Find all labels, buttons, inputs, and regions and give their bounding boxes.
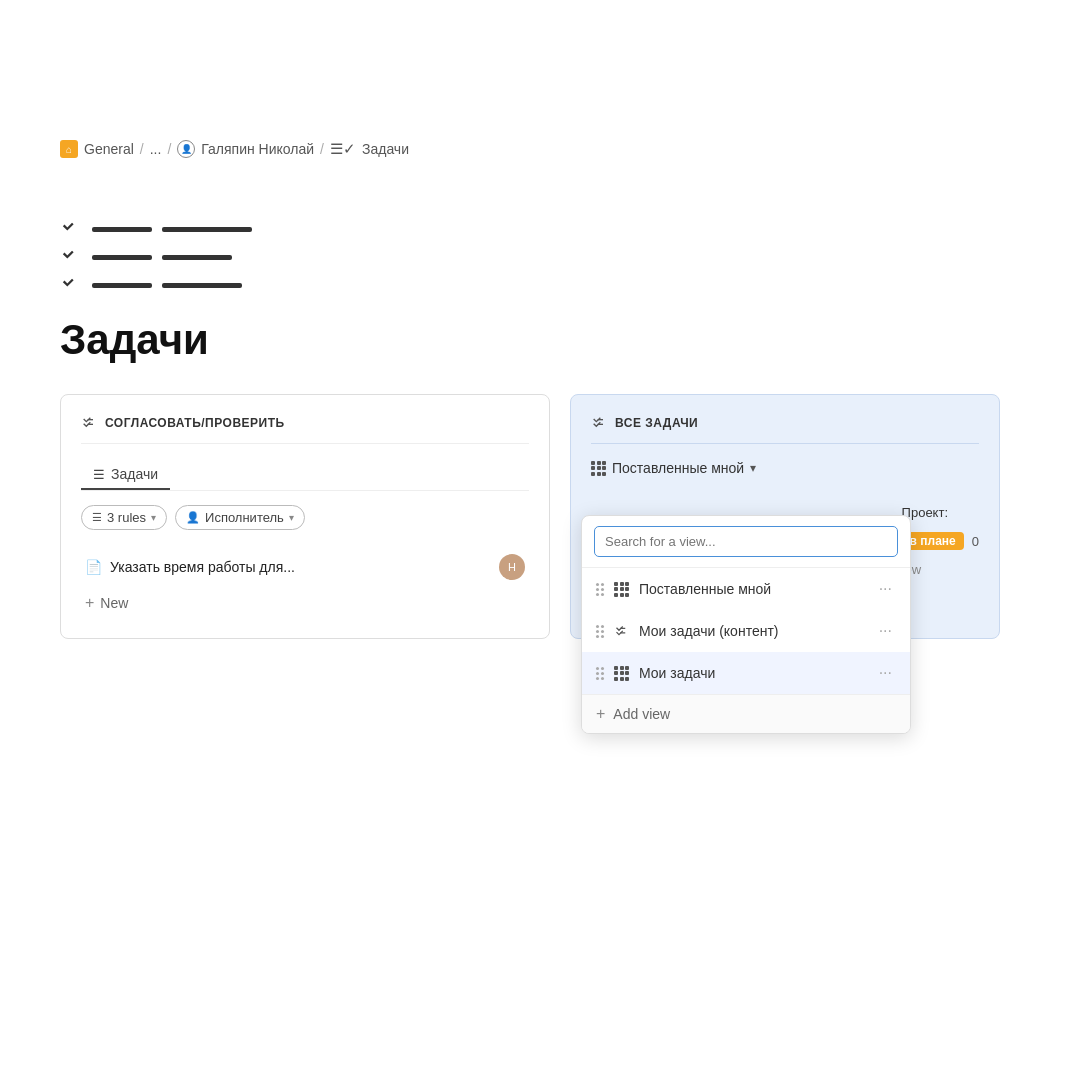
left-card-header: СОГЛАСОВАТЬ/ПРОВЕРИТЬ <box>81 415 529 444</box>
new-label: New <box>100 595 128 611</box>
dropdown-search-area <box>582 516 910 568</box>
grid-icon-3 <box>614 666 629 681</box>
badge-count: 0 <box>972 534 979 549</box>
right-partial-content: Проект: в плане 0 iew <box>902 505 979 577</box>
view-dropdown: Поставленные мной ··· Мои задачи (контен… <box>581 515 911 734</box>
breadcrumb: ⌂ General / ... / 👤 Галяпин Николай / ☰✓… <box>0 0 1080 158</box>
project-col-label: Проект: <box>902 505 979 520</box>
breadcrumb-sep3: / <box>320 141 324 157</box>
dropdown-item-3[interactable]: Мои задачи ··· <box>582 652 910 694</box>
add-view-label: Add view <box>613 706 670 722</box>
view-selector-text: Поставленные мной <box>612 460 744 476</box>
tabs-row: ☰ Задачи <box>81 460 529 491</box>
cards-container: СОГЛАСОВАТЬ/ПРОВЕРИТЬ ☰ Задачи ☰ 3 rules… <box>0 394 1080 639</box>
tasks-breadcrumb-icon: ☰✓ <box>330 140 356 158</box>
breadcrumb-sep1: / <box>140 141 144 157</box>
tab-list-icon: ☰ <box>93 467 105 482</box>
breadcrumb-user[interactable]: Галяпин Николай <box>201 141 314 157</box>
right-card-header: ВСЕ ЗАДАЧИ <box>591 415 979 444</box>
view-text: iew <box>902 562 979 577</box>
grid-icon-1 <box>614 582 629 597</box>
plus-icon: + <box>85 594 94 612</box>
right-card: ВСЕ ЗАДАЧИ Поставленные мной ▾ <box>570 394 1000 639</box>
page-icon <box>60 218 1080 296</box>
view-chevron-icon: ▾ <box>750 461 756 475</box>
drag-handle-icon-3 <box>596 667 604 680</box>
dropdown-item-label-1: Поставленные мной <box>639 581 865 597</box>
filter-icon: ☰ <box>92 511 102 524</box>
breadcrumb-tasks[interactable]: Задачи <box>362 141 409 157</box>
task-avatar: Н <box>499 554 525 580</box>
dropdown-item-label-3: Мои задачи <box>639 665 865 681</box>
assignee-filter-chip[interactable]: 👤 Исполнитель ▾ <box>175 505 305 530</box>
left-card-title: СОГЛАСОВАТЬ/ПРОВЕРИТЬ <box>105 416 285 430</box>
chevron-down-icon: ▾ <box>151 512 156 523</box>
more-options-icon-2[interactable]: ··· <box>875 620 896 642</box>
filters-row: ☰ 3 rules ▾ 👤 Исполнитель ▾ <box>81 505 529 530</box>
breadcrumb-ellipsis[interactable]: ... <box>150 141 162 157</box>
dropdown-item-label-2: Мои задачи (контент) <box>639 623 865 639</box>
right-card-title: ВСЕ ЗАДАЧИ <box>615 416 698 430</box>
drag-handle-icon-2 <box>596 625 604 638</box>
plus-add-view-icon: + <box>596 705 605 723</box>
left-card: СОГЛАСОВАТЬ/ПРОВЕРИТЬ ☰ Задачи ☰ 3 rules… <box>60 394 550 639</box>
all-tasks-icon <box>591 415 607 431</box>
add-view-item[interactable]: + Add view <box>582 694 910 733</box>
dropdown-item-1[interactable]: Поставленные мной ··· <box>582 568 910 610</box>
grid-view-icon <box>591 461 606 476</box>
chevron-down-icon-2: ▾ <box>289 512 294 523</box>
tab-tasks[interactable]: ☰ Задачи <box>81 460 170 490</box>
home-icon: ⌂ <box>60 140 78 158</box>
more-options-icon-3[interactable]: ··· <box>875 662 896 684</box>
rules-filter-chip[interactable]: ☰ 3 rules ▾ <box>81 505 167 530</box>
search-input[interactable] <box>594 526 898 557</box>
task-text: Указать время работы для... <box>110 559 491 575</box>
page-title: Задачи <box>60 316 1080 364</box>
breadcrumb-sep2: / <box>167 141 171 157</box>
doc-icon: 📄 <box>85 559 102 575</box>
task-row[interactable]: 📄 Указать время работы для... Н <box>81 546 529 588</box>
user-icon: 👤 <box>186 511 200 524</box>
user-avatar-icon: 👤 <box>177 140 195 158</box>
checklist-icon-2 <box>614 624 629 639</box>
breadcrumb-home[interactable]: General <box>84 141 134 157</box>
view-selector[interactable]: Поставленные мной ▾ <box>591 460 979 476</box>
dropdown-item-2[interactable]: Мои задачи (контент) ··· <box>582 610 910 652</box>
more-options-icon-1[interactable]: ··· <box>875 578 896 600</box>
drag-handle-icon <box>596 583 604 596</box>
new-row[interactable]: + New <box>81 588 529 618</box>
checklist-icon <box>81 415 97 431</box>
